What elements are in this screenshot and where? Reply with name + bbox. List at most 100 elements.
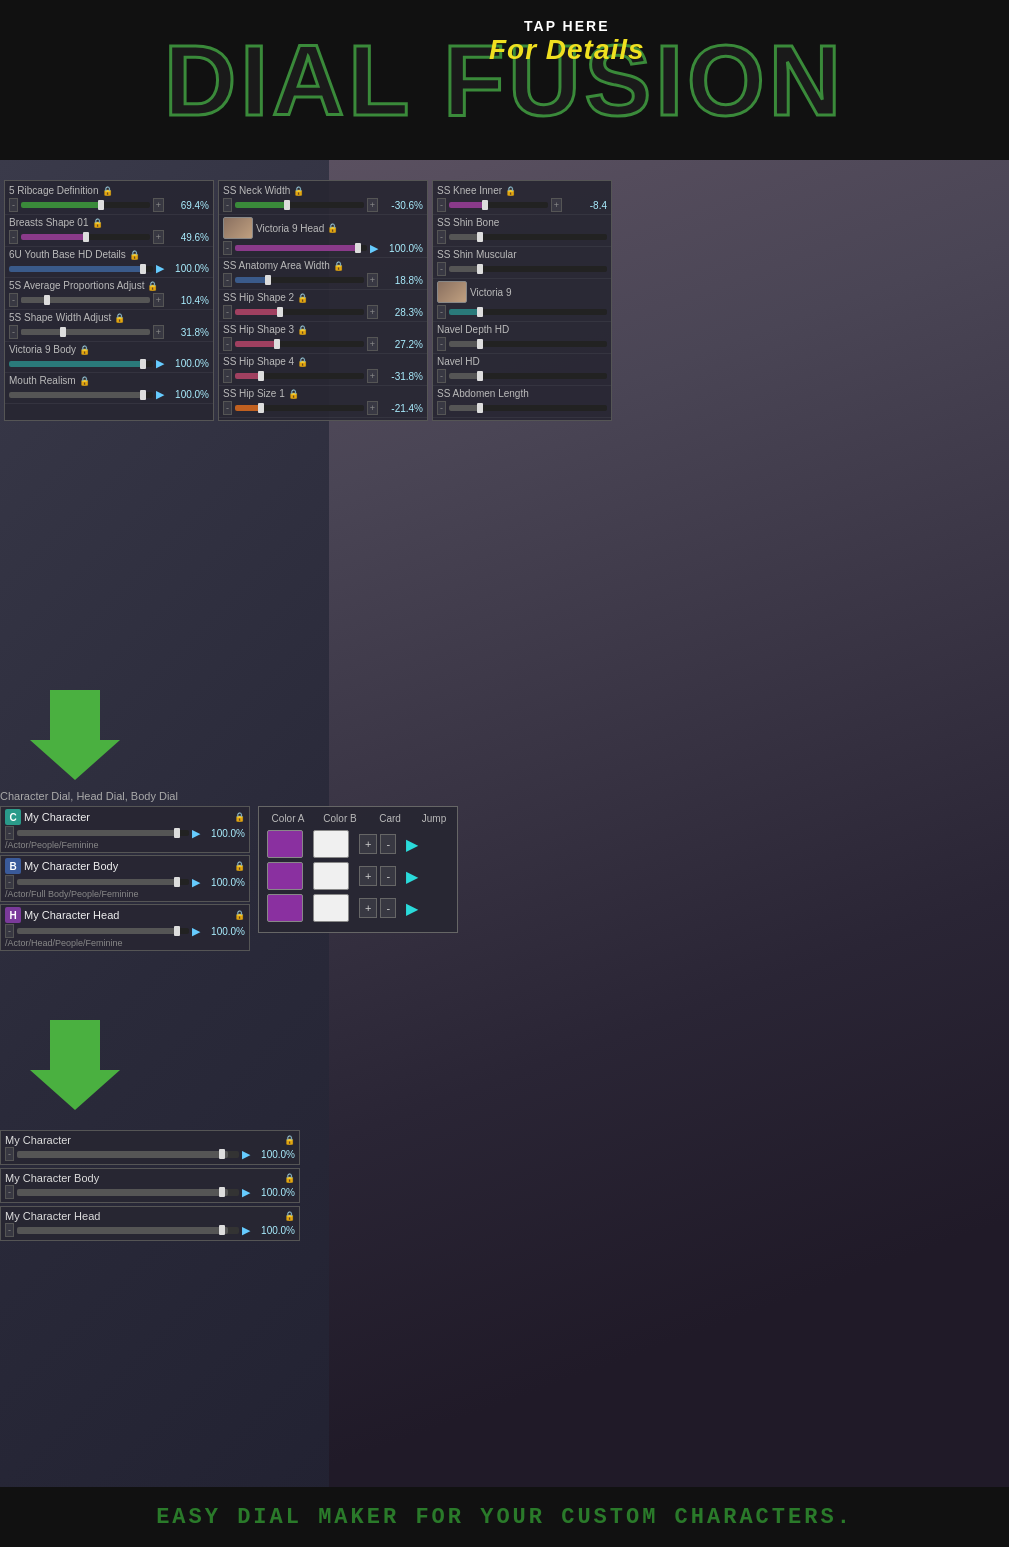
plus-btn[interactable]: + — [367, 401, 378, 415]
slider-track[interactable] — [9, 392, 153, 398]
card-plus-btn-2[interactable]: + — [359, 866, 377, 886]
slider-track[interactable] — [17, 1151, 239, 1158]
slider-track[interactable] — [17, 879, 189, 885]
color-a-swatch-2[interactable] — [267, 862, 303, 890]
minus-btn[interactable]: - — [5, 1147, 14, 1161]
minus-btn[interactable]: - — [223, 273, 232, 287]
list-item: 6U Youth Base HD Details 🔒 ▶ 100.0% — [5, 247, 213, 278]
slider-track[interactable] — [449, 266, 607, 272]
minus-btn[interactable]: - — [223, 198, 232, 212]
card-plus-btn-3[interactable]: + — [359, 898, 377, 918]
color-a-swatch-3[interactable] — [267, 894, 303, 922]
slider-track[interactable] — [449, 202, 548, 208]
slider-track[interactable] — [21, 297, 150, 303]
down-arrow-1 — [30, 690, 120, 780]
plus-btn[interactable]: + — [153, 230, 164, 244]
slider-track[interactable] — [235, 405, 364, 411]
slider-track[interactable] — [449, 309, 607, 315]
minus-btn[interactable]: - — [9, 325, 18, 339]
slider-track[interactable] — [235, 309, 364, 315]
play-btn[interactable]: ▶ — [156, 388, 164, 401]
slider-track[interactable] — [235, 341, 364, 347]
play-btn[interactable]: ▶ — [370, 242, 378, 255]
plus-btn[interactable]: + — [367, 337, 378, 351]
slider-value: -31.8% — [381, 371, 423, 382]
minus-btn[interactable]: - — [5, 1185, 14, 1199]
bottom-slider-name: My Character — [5, 1134, 71, 1146]
card-plus-btn-1[interactable]: + — [359, 834, 377, 854]
list-item: SS Knee Inner 🔒 - + -8.4 — [433, 183, 611, 215]
slider-track[interactable] — [9, 266, 153, 272]
slider-track[interactable] — [449, 405, 607, 411]
minus-btn[interactable]: - — [437, 401, 446, 415]
plus-btn[interactable]: + — [367, 198, 378, 212]
jump-btn-2[interactable]: ▶ — [406, 867, 418, 886]
minus-btn[interactable]: - — [9, 293, 18, 307]
minus-btn[interactable]: - — [5, 875, 14, 889]
plus-btn[interactable]: + — [367, 273, 378, 287]
slider-track[interactable] — [21, 234, 150, 240]
slider-track[interactable] — [21, 202, 150, 208]
lock-icon: 🔒 — [333, 261, 344, 271]
slider-track[interactable] — [17, 830, 189, 836]
card-minus-btn-3[interactable]: - — [380, 898, 396, 918]
list-item: My Character 🔒 - ▶ 100.0% — [0, 1130, 300, 1165]
header-tap-area[interactable]: TAP HERE For Details — [489, 18, 645, 66]
play-btn[interactable]: ▶ — [156, 357, 164, 370]
minus-btn[interactable]: - — [223, 369, 232, 383]
color-b-swatch-2[interactable] — [313, 862, 349, 890]
plus-btn[interactable]: + — [367, 305, 378, 319]
minus-btn[interactable]: - — [223, 337, 232, 351]
play-btn[interactable]: ▶ — [192, 827, 200, 840]
slider-track[interactable] — [9, 361, 153, 367]
slider-track[interactable] — [17, 1227, 239, 1234]
color-b-swatch-1[interactable] — [313, 830, 349, 858]
minus-btn[interactable]: - — [437, 369, 446, 383]
color-a-swatch-1[interactable] — [267, 830, 303, 858]
slider-track[interactable] — [235, 202, 364, 208]
plus-btn[interactable]: + — [153, 325, 164, 339]
play-btn[interactable]: ▶ — [242, 1224, 250, 1237]
slider-track[interactable] — [235, 373, 364, 379]
minus-btn[interactable]: - — [437, 198, 446, 212]
lock-icon: 🔒 — [297, 293, 308, 303]
minus-btn[interactable]: - — [5, 1223, 14, 1237]
minus-btn[interactable]: - — [5, 924, 14, 938]
badge-h: H — [5, 907, 21, 923]
slider-track[interactable] — [21, 329, 150, 335]
plus-btn[interactable]: + — [153, 293, 164, 307]
play-btn[interactable]: ▶ — [156, 262, 164, 275]
slider-track[interactable] — [235, 277, 364, 283]
minus-btn[interactable]: - — [223, 241, 232, 255]
card-minus-btn-2[interactable]: - — [380, 866, 396, 886]
plus-btn[interactable]: + — [153, 198, 164, 212]
slider-track[interactable] — [449, 234, 607, 240]
minus-btn[interactable]: - — [223, 305, 232, 319]
minus-btn[interactable]: - — [437, 262, 446, 276]
slider-track[interactable] — [235, 245, 367, 251]
plus-btn[interactable]: + — [367, 369, 378, 383]
minus-btn[interactable]: - — [9, 198, 18, 212]
lock-icon: 🔒 — [284, 1173, 295, 1183]
slider-track[interactable] — [449, 341, 607, 347]
color-b-swatch-3[interactable] — [313, 894, 349, 922]
minus-btn[interactable]: - — [437, 230, 446, 244]
minus-btn[interactable]: - — [9, 230, 18, 244]
jump-btn-3[interactable]: ▶ — [406, 899, 418, 918]
minus-btn[interactable]: - — [437, 337, 446, 351]
play-btn[interactable]: ▶ — [242, 1148, 250, 1161]
card-minus-btn-1[interactable]: - — [380, 834, 396, 854]
play-btn[interactable]: ▶ — [242, 1186, 250, 1199]
slider-track[interactable] — [449, 373, 607, 379]
plus-btn[interactable]: + — [551, 198, 562, 212]
slider-track[interactable] — [17, 928, 189, 934]
play-btn[interactable]: ▶ — [192, 876, 200, 889]
play-btn[interactable]: ▶ — [192, 925, 200, 938]
minus-btn[interactable]: - — [437, 305, 446, 319]
lock-icon: 🔒 — [288, 389, 299, 399]
minus-btn[interactable]: - — [5, 826, 14, 840]
jump-btn-1[interactable]: ▶ — [406, 835, 418, 854]
slider-track[interactable] — [17, 1189, 239, 1196]
main-content: 5 Ribcage Definition 🔒 - + 69.4% Breasts… — [0, 160, 1009, 1547]
minus-btn[interactable]: - — [223, 401, 232, 415]
